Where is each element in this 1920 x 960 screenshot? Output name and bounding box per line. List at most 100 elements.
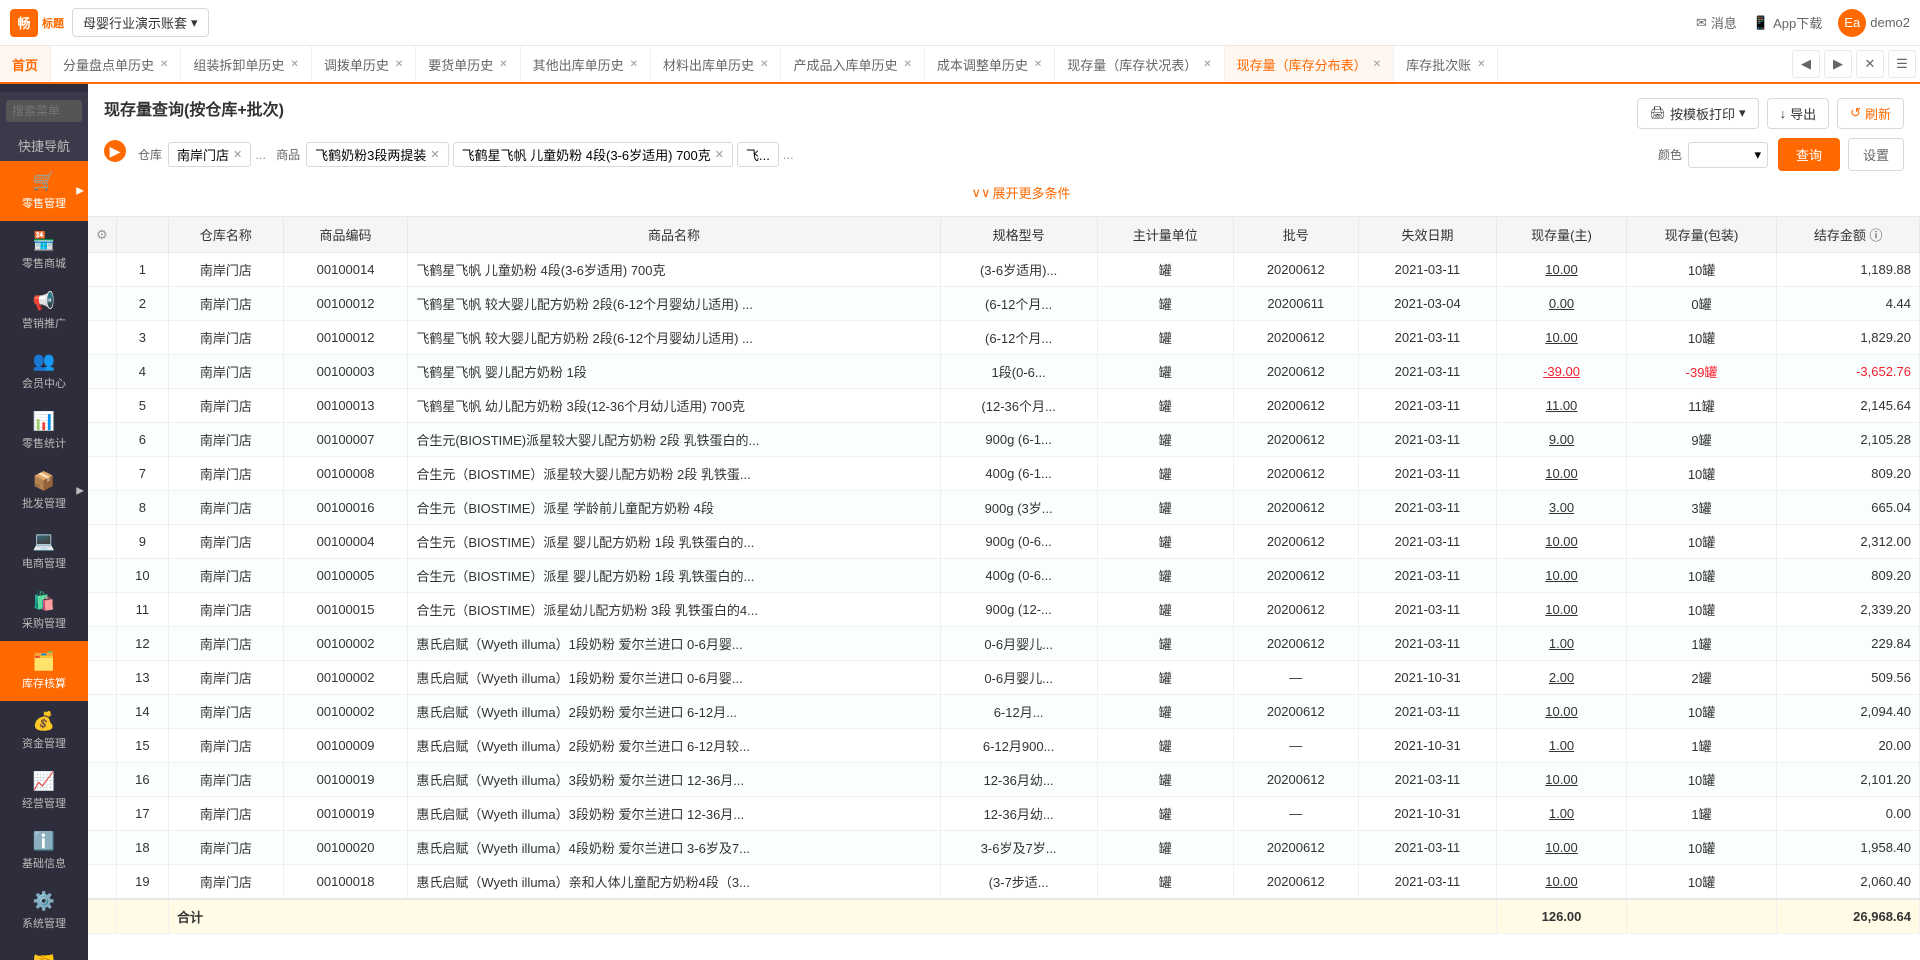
col-qty-cell[interactable]: 10.00 — [1497, 525, 1626, 559]
tab-1[interactable]: 分量盘点单历史 ✕ — [51, 46, 181, 83]
tab-10[interactable]: 现存量（库存分布表） ✕ — [1225, 46, 1394, 83]
expand-conditions-btn[interactable]: ∨∨ 展开更多条件 — [971, 183, 1070, 202]
sidebar-item-marketing[interactable]: 📢 营销推广 — [0, 281, 88, 341]
sidebar-item-member[interactable]: 👥 会员中心 — [0, 341, 88, 401]
product-tag-1-remove[interactable]: ✕ — [430, 148, 439, 161]
sidebar-item-retail-mgmt[interactable]: 🛒 零售管理 ▶ — [0, 161, 88, 221]
tab-3[interactable]: 调拨单历史 ✕ — [312, 46, 416, 83]
tab-7[interactable]: 产成品入库单历史 ✕ — [781, 46, 924, 83]
tab-4[interactable]: 要货单历史 ✕ — [416, 46, 520, 83]
settings-icon[interactable]: ⚙ — [96, 227, 108, 242]
table-row: 7 南岸门店 00100008 合生元（BIOSTIME）派星较大婴儿配方奶粉 … — [88, 457, 1920, 491]
sidebar-item-ecommerce[interactable]: 💻 电商管理 — [0, 521, 88, 581]
col-qty-cell[interactable]: 10.00 — [1497, 559, 1626, 593]
col-qty-cell[interactable]: -39.00 — [1497, 355, 1626, 389]
nav-next-btn[interactable]: ▶ — [1824, 50, 1852, 78]
sidebar-item-ops[interactable]: 📈 经营管理 — [0, 761, 88, 821]
col-qty-cell[interactable]: 11.00 — [1497, 389, 1626, 423]
tab-2[interactable]: 组装拆卸单历史 ✕ — [181, 46, 311, 83]
tab-11[interactable]: 库存批次账 ✕ — [1394, 46, 1498, 83]
col-setting-cell — [88, 695, 116, 729]
col-pkg-cell: 10罐 — [1626, 695, 1777, 729]
warehouse-ellipsis[interactable]: ... — [255, 147, 266, 162]
col-qty-cell[interactable]: 9.00 — [1497, 423, 1626, 457]
tab-11-close-icon[interactable]: ✕ — [1477, 59, 1485, 70]
tab-6[interactable]: 材料出库单历史 ✕ — [651, 46, 781, 83]
sidebar-item-wholesale[interactable]: 📦 批发管理 ▶ — [0, 461, 88, 521]
org-selector[interactable]: 母婴行业演示账套 ▾ — [72, 8, 209, 37]
col-qty-cell[interactable]: 2.00 — [1497, 661, 1626, 695]
col-qty-cell[interactable]: 0.00 — [1497, 287, 1626, 321]
tab-2-close-icon[interactable]: ✕ — [290, 59, 298, 70]
col-code-cell: 00100004 — [283, 525, 408, 559]
product-tag-1[interactable]: 飞鹤奶粉3段两提装 ✕ — [306, 142, 448, 167]
tab-home[interactable]: 首页 — [0, 46, 51, 83]
col-unit-cell: 罐 — [1097, 695, 1233, 729]
col-qty-cell[interactable]: 1.00 — [1497, 627, 1626, 661]
color-dropdown[interactable]: ▾ — [1688, 142, 1768, 168]
tab-6-close-icon[interactable]: ✕ — [760, 59, 768, 70]
sidebar-item-purchase[interactable]: 🛍️ 采购管理 — [0, 581, 88, 641]
nav-close-all-btn[interactable]: ✕ — [1856, 50, 1884, 78]
col-expire-cell: 2021-10-31 — [1358, 729, 1497, 763]
template-print-btn[interactable]: 🖨 按模板打印 ▾ — [1637, 98, 1759, 129]
export-btn[interactable]: ↓ 导出 — [1767, 98, 1830, 129]
product-tag-2-remove[interactable]: ✕ — [715, 148, 724, 161]
tab-9-close-icon[interactable]: ✕ — [1203, 59, 1211, 70]
search-input[interactable] — [6, 100, 82, 122]
col-qty-cell[interactable]: 1.00 — [1497, 729, 1626, 763]
sidebar-item-retail-stats[interactable]: 📊 零售统计 — [0, 401, 88, 461]
col-qty-cell[interactable]: 10.00 — [1497, 831, 1626, 865]
col-qty-cell[interactable]: 10.00 — [1497, 763, 1626, 797]
template-chevron-icon: ▾ — [1739, 105, 1746, 121]
tab-3-close-icon[interactable]: ✕ — [395, 59, 403, 70]
tab-8[interactable]: 成本调整单历史 ✕ — [925, 46, 1055, 83]
col-pkg-cell: 10罐 — [1626, 763, 1777, 797]
sidebar-item-basic[interactable]: ℹ️ 基础信息 — [0, 821, 88, 881]
col-qty-cell[interactable]: 1.00 — [1497, 797, 1626, 831]
quick-nav[interactable]: 快捷导航 — [0, 130, 88, 161]
col-pkg-cell: 9罐 — [1626, 423, 1777, 457]
message-btn[interactable]: ✉ 消息 — [1696, 13, 1737, 32]
col-qty-cell[interactable]: 10.00 — [1497, 253, 1626, 287]
product-tag-2[interactable]: 飞鹤星飞帆 儿童奶粉 4段(3-6岁适用) 700克 ✕ — [453, 142, 733, 167]
col-index-cell: 8 — [116, 491, 168, 525]
sidebar-item-system[interactable]: ⚙️ 系统管理 — [0, 881, 88, 941]
nav-menu-btn[interactable]: ☰ — [1888, 50, 1916, 78]
expand-filter-btn[interactable]: ▶ — [104, 140, 126, 162]
tab-1-close-icon[interactable]: ✕ — [160, 59, 168, 70]
col-qty-cell[interactable]: 10.00 — [1497, 865, 1626, 900]
ecommerce-icon: 💻 — [33, 531, 55, 552]
app-download-btn[interactable]: 📱 App下载 — [1753, 13, 1822, 32]
col-unit-cell: 罐 — [1097, 763, 1233, 797]
sidebar-item-finance[interactable]: 💰 资金管理 — [0, 701, 88, 761]
sidebar-item-retail-store[interactable]: 🏪 零售商城 — [0, 221, 88, 281]
col-code-cell: 00100014 — [283, 253, 408, 287]
col-index-cell: 15 — [116, 729, 168, 763]
col-qty-cell[interactable]: 10.00 — [1497, 695, 1626, 729]
tab-8-close-icon[interactable]: ✕ — [1034, 59, 1042, 70]
settings-btn[interactable]: 设置 — [1848, 138, 1904, 171]
tab-5[interactable]: 其他出库单历史 ✕ — [521, 46, 651, 83]
warehouse-tag[interactable]: 南岸门店 ✕ — [168, 142, 251, 167]
sidebar-item-inventory[interactable]: 🗂️ 库存核算 — [0, 641, 88, 701]
col-warehouse-cell: 南岸门店 — [169, 627, 284, 661]
product-tag-3[interactable]: 飞... — [737, 142, 779, 167]
refresh-btn[interactable]: ↺ 刷新 — [1837, 98, 1904, 129]
tab-10-close-icon[interactable]: ✕ — [1373, 59, 1381, 70]
nav-prev-btn[interactable]: ◀ — [1792, 50, 1820, 78]
col-qty-cell[interactable]: 10.00 — [1497, 321, 1626, 355]
col-qty-cell[interactable]: 3.00 — [1497, 491, 1626, 525]
tab-5-close-icon[interactable]: ✕ — [630, 59, 638, 70]
sidebar-item-collab[interactable]: 🤝 企业协同 — [0, 941, 88, 960]
col-qty-cell[interactable]: 10.00 — [1497, 593, 1626, 627]
warehouse-tag-remove[interactable]: ✕ — [233, 148, 242, 161]
query-btn[interactable]: 查询 — [1778, 138, 1840, 171]
col-qty-cell[interactable]: 10.00 — [1497, 457, 1626, 491]
user-area[interactable]: Ea demo2 — [1838, 9, 1910, 37]
tab-4-close-icon[interactable]: ✕ — [499, 59, 507, 70]
tab-9[interactable]: 现存量（库存状况表） ✕ — [1055, 46, 1224, 83]
product-ellipsis[interactable]: ... — [783, 147, 794, 162]
topbar-left: 畅 标题 母婴行业演示账套 ▾ — [10, 8, 209, 37]
tab-7-close-icon[interactable]: ✕ — [903, 59, 911, 70]
